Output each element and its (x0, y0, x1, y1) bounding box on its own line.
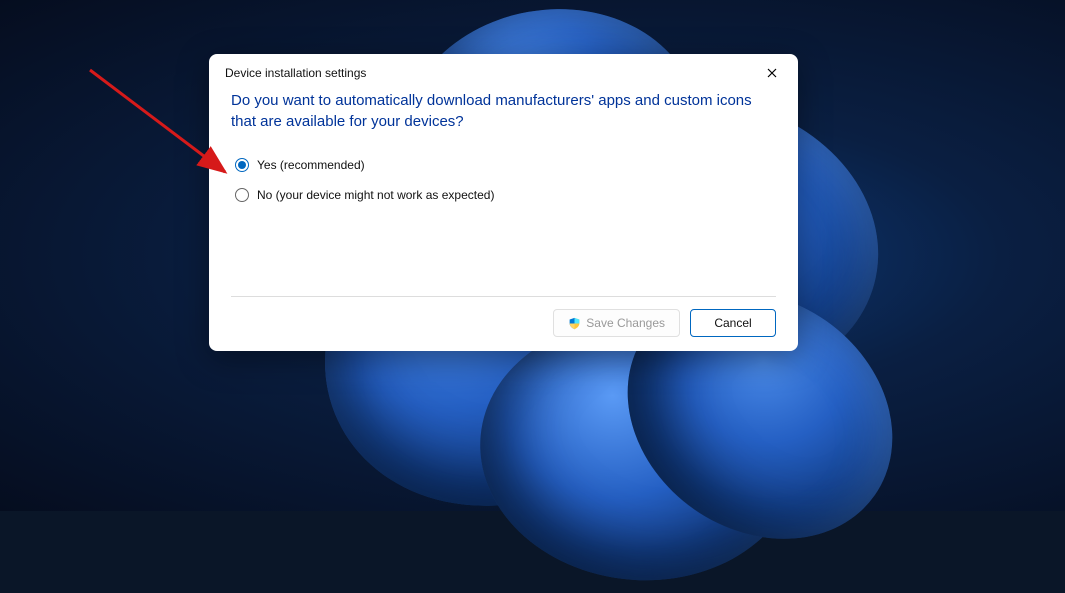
radio-indicator-selected (235, 158, 249, 172)
radio-option-no[interactable]: No (your device might not work as expect… (235, 188, 776, 202)
radio-label-yes: Yes (recommended) (257, 158, 365, 172)
shield-icon (568, 317, 581, 330)
dialog-title: Device installation settings (225, 66, 366, 80)
cancel-button-label: Cancel (714, 316, 751, 330)
dialog-titlebar: Device installation settings (209, 54, 798, 86)
save-button-label: Save Changes (586, 316, 665, 330)
save-changes-button[interactable]: Save Changes (553, 309, 680, 337)
device-installation-dialog: Device installation settings Do you want… (209, 54, 798, 351)
radio-group: Yes (recommended) No (your device might … (231, 158, 776, 202)
radio-option-yes[interactable]: Yes (recommended) (235, 158, 776, 172)
cancel-button[interactable]: Cancel (690, 309, 776, 337)
close-button[interactable] (758, 62, 786, 84)
close-icon (767, 68, 777, 78)
dialog-content: Do you want to automatically download ma… (209, 86, 798, 296)
dialog-footer: Save Changes Cancel (231, 296, 776, 351)
radio-indicator (235, 188, 249, 202)
radio-label-no: No (your device might not work as expect… (257, 188, 494, 202)
main-question: Do you want to automatically download ma… (231, 90, 776, 132)
